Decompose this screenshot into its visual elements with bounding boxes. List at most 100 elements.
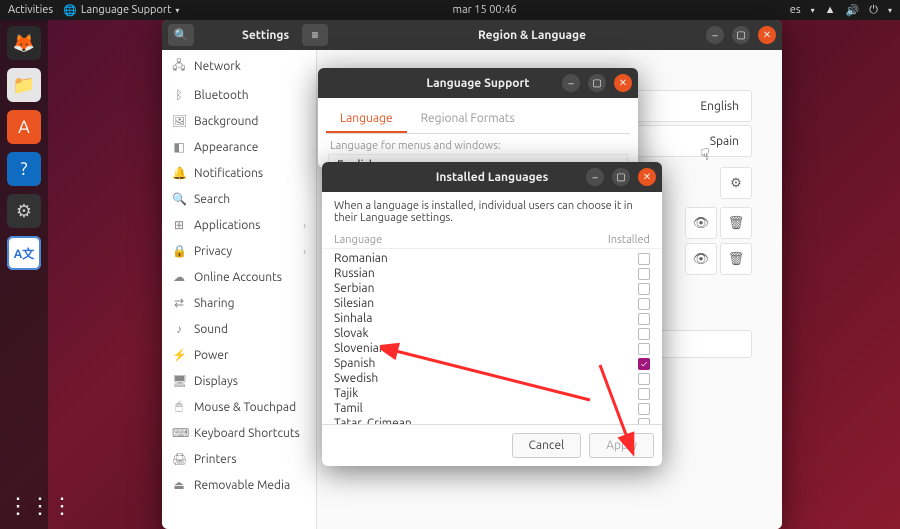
sidebar-item-mouse-touchpad[interactable]: 🖱Mouse & Touchpad (162, 394, 316, 420)
sidebar-item-label: Keyboard Shortcuts (194, 427, 300, 440)
maximize-button[interactable]: ▢ (732, 26, 750, 44)
language-row[interactable]: Tatar, Crimean (334, 416, 650, 424)
language-name: Silesian (334, 297, 374, 310)
sidebar-item-icon: ᛒ (172, 89, 186, 102)
language-row[interactable]: Slovak (334, 326, 650, 341)
language-support-window: Language Support – ▢ ✕ Language Regional… (318, 68, 638, 168)
language-row[interactable]: Silesian (334, 296, 650, 311)
language-row[interactable]: Romanian (334, 251, 650, 266)
language-row[interactable]: Slovenian (334, 341, 650, 356)
maximize-button[interactable]: ▢ (612, 168, 630, 186)
install-checkbox[interactable] (638, 403, 650, 415)
sidebar-item-icon: ⌨ (172, 426, 186, 440)
settings-icon[interactable]: ⚙ (7, 194, 41, 228)
view-button[interactable]: 👁 (685, 207, 717, 239)
manage-installed-languages-button[interactable]: ⚙ (720, 167, 752, 199)
sidebar-item-icon: ⚡ (172, 348, 186, 362)
sidebar-item-privacy[interactable]: 🔒Privacy› (162, 238, 316, 264)
close-button[interactable]: ✕ (758, 26, 776, 44)
chevron-right-icon: › (303, 246, 306, 257)
search-button[interactable]: 🔍 (168, 24, 194, 46)
power-icon[interactable]: ⏻ (869, 4, 878, 17)
sidebar-item-network[interactable]: 🖧 Network (162, 50, 316, 83)
help-icon[interactable]: ? (7, 152, 41, 186)
minimize-button[interactable]: – (562, 74, 580, 92)
sidebar-item-background[interactable]: 🖼Background (162, 108, 316, 134)
tab-regional-formats[interactable]: Regional Formats (407, 106, 529, 133)
sidebar-item-bluetooth[interactable]: ᛒ Bluetooth (162, 83, 316, 108)
sidebar-item-icon: 🔍 (172, 192, 186, 206)
install-checkbox[interactable]: ✓ (638, 358, 650, 370)
language-name: Swedish (334, 372, 378, 385)
cancel-button[interactable]: Cancel (512, 433, 582, 458)
install-checkbox[interactable] (638, 328, 650, 340)
hamburger-menu[interactable]: ≡ (302, 24, 328, 46)
install-checkbox[interactable] (638, 313, 650, 325)
sidebar-item-icon: ⇄ (172, 296, 186, 310)
language-name: Russian (334, 267, 375, 280)
sidebar-item-label: Applications (194, 219, 260, 232)
firefox-icon[interactable]: 🦊 (7, 26, 41, 60)
maximize-button[interactable]: ▢ (588, 74, 606, 92)
sidebar-item-power[interactable]: ⚡Power (162, 342, 316, 368)
close-button[interactable]: ✕ (614, 74, 632, 92)
sidebar-item-appearance[interactable]: ◧Appearance (162, 134, 316, 160)
input-source-indicator[interactable]: es (790, 4, 801, 16)
language-row[interactable]: Russian (334, 266, 650, 281)
activities-button[interactable]: Activities (8, 4, 53, 16)
install-checkbox[interactable] (638, 283, 650, 295)
language-row[interactable]: Tajik (334, 386, 650, 401)
volume-icon[interactable]: 🔊 (846, 4, 860, 17)
install-checkbox[interactable] (638, 343, 650, 355)
network-icon[interactable]: ▲ (825, 4, 836, 16)
apply-button[interactable]: Apply (589, 433, 654, 458)
col-installed: Installed (608, 234, 650, 246)
sidebar-item-applications[interactable]: ⊞Applications› (162, 212, 316, 238)
installed-languages-list[interactable]: RomanianRussianSerbianSilesianSinhalaSlo… (322, 249, 662, 424)
installed-list-header: Language Installed (322, 232, 662, 249)
files-icon[interactable]: 📁 (7, 68, 41, 102)
app-menu[interactable]: 🌐 Language Support ▾ (63, 4, 179, 17)
sidebar-item-icon: 🖧 (172, 56, 186, 77)
install-checkbox[interactable] (638, 253, 650, 265)
chevron-down-icon: ▾ (175, 6, 179, 15)
sidebar-item-label: Bluetooth (194, 89, 249, 102)
sidebar-item-removable-media[interactable]: ⏏Removable Media (162, 472, 316, 498)
gnome-topbar: Activities 🌐 Language Support ▾ mar 15 0… (0, 0, 900, 20)
install-checkbox[interactable] (638, 268, 650, 280)
install-checkbox[interactable] (638, 373, 650, 385)
language-row[interactable]: Sinhala (334, 311, 650, 326)
minimize-button[interactable]: – (706, 26, 724, 44)
language-row[interactable]: Swedish (334, 371, 650, 386)
sidebar-item-displays[interactable]: 🖥Displays (162, 368, 316, 394)
sidebar-item-sound[interactable]: ♪Sound (162, 316, 316, 342)
install-checkbox[interactable] (638, 388, 650, 400)
sidebar-item-label: Mouse & Touchpad (194, 401, 296, 414)
language-support-icon[interactable]: A文 (7, 236, 41, 270)
ubuntu-software-icon[interactable]: A (7, 110, 41, 144)
sidebar-item-label: Network (194, 60, 241, 73)
tab-language[interactable]: Language (326, 106, 407, 133)
remove-button[interactable]: 🗑 (720, 207, 752, 239)
remove-button[interactable]: 🗑 (720, 243, 752, 275)
language-row[interactable]: Spanish✓ (334, 356, 650, 371)
view-button[interactable]: 👁 (685, 243, 717, 275)
language-row[interactable]: Tamil (334, 401, 650, 416)
settings-sidebar[interactable]: 🖧 Network ᛒ Bluetooth 🖼Background◧Appearance… (162, 50, 317, 529)
sidebar-item-search[interactable]: 🔍Search (162, 186, 316, 212)
sidebar-item-notifications[interactable]: 🔔Notifications (162, 160, 316, 186)
clock[interactable]: mar 15 00:46 (452, 4, 516, 16)
language-support-titlebar: Language Support – ▢ ✕ (318, 68, 638, 98)
sidebar-item-online-accounts[interactable]: ☁Online Accounts (162, 264, 316, 290)
language-name: Romanian (334, 252, 388, 265)
sidebar-item-sharing[interactable]: ⇄Sharing (162, 290, 316, 316)
show-applications-icon[interactable]: ⋮⋮⋮ (7, 493, 41, 519)
install-checkbox[interactable] (638, 298, 650, 310)
close-button[interactable]: ✕ (638, 168, 656, 186)
sidebar-item-keyboard-shortcuts[interactable]: ⌨ Keyboard Shortcuts (162, 420, 316, 446)
sidebar-item-label: Privacy (194, 245, 232, 258)
sidebar-item-printers[interactable]: 🖨Printers (162, 446, 316, 472)
language-row[interactable]: Serbian (334, 281, 650, 296)
language-name: Slovak (334, 327, 369, 340)
minimize-button[interactable]: – (586, 168, 604, 186)
